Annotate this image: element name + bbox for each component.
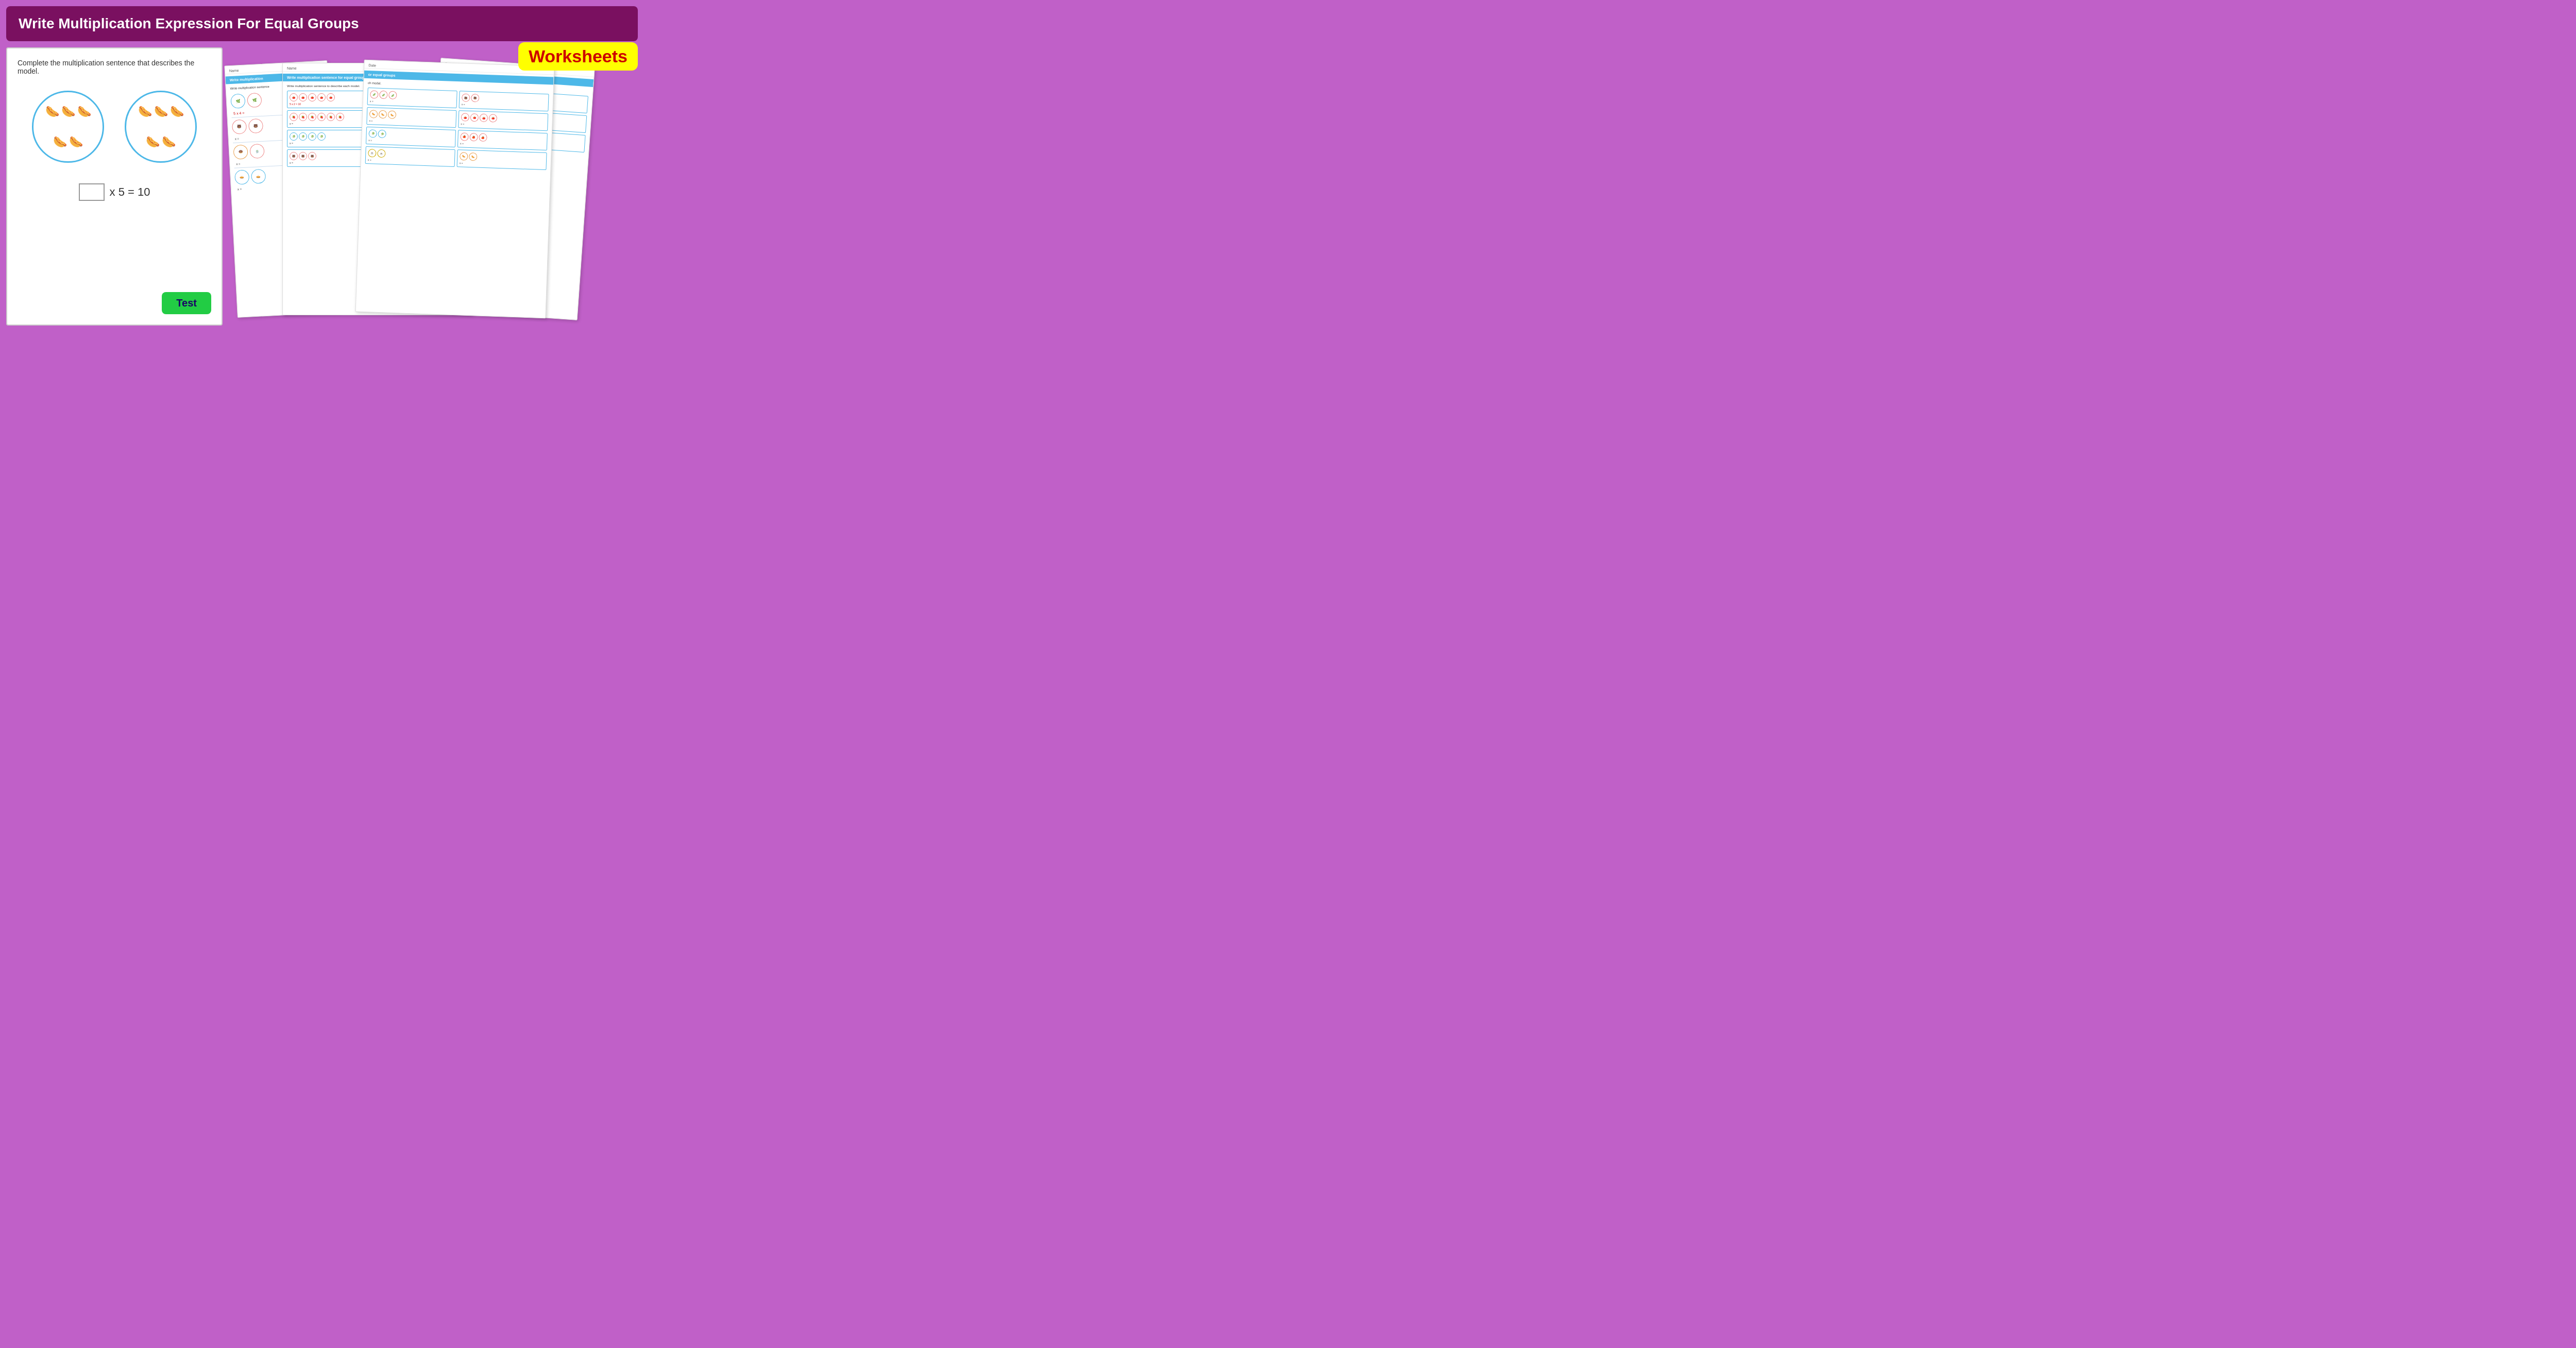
hotdog-icon-9: 🌭 [146, 135, 160, 149]
ws3-date-label: Date [368, 63, 376, 67]
hotdog-icon-2: 🌭 [61, 105, 75, 118]
page-header: Write Multiplication Expression For Equa… [6, 6, 638, 41]
worksheets-badge: Worksheets [518, 42, 638, 71]
ws2-name-label: Name [287, 66, 297, 70]
ws2-circles1: 🍅 🍅 🍅 🍅 🍅 [290, 93, 374, 101]
ws3-cell4: 🍅 🍅 🍅 🍅 x = [458, 110, 548, 131]
ws3-grid: 🫛 🫛 🫛 x = 🐻 🐻 x = 🌭 🌭 [361, 87, 553, 172]
left-panel: Complete the multiplication sentence tha… [6, 47, 223, 326]
ws1-circle2: 🌿 [247, 93, 262, 108]
ws1-circle8: 🥧 [251, 169, 266, 184]
ws1-circle6: 🍵 [249, 144, 264, 159]
hotdog-icon-10: 🌭 [162, 135, 176, 149]
page-title: Write Multiplication Expression For Equa… [19, 15, 625, 32]
circles-container: 🌭 🌭 🌭 🌭 🌭 🌭 🌭 🌭 🌭 🌭 [18, 91, 211, 163]
ws3-cell6: 🍎 🍎 🍎 x = [457, 130, 548, 150]
hotdog-icon-6: 🌭 [138, 105, 152, 118]
ws3-cell8: 🌭 🌭 x = [456, 149, 547, 170]
ws3-cell3: 🌭 🌭 🌭 x = [366, 107, 456, 128]
hotdog-icon-4: 🌭 [53, 135, 67, 149]
hotdog-icon-3: 🌭 [77, 105, 91, 118]
ws3-cell1: 🫛 🫛 🫛 x = [367, 88, 457, 108]
ws1-circle7: 🥧 [234, 169, 249, 184]
right-panel: Worksheets Name Date Write multiplicatio… [231, 47, 638, 326]
answer-input-box[interactable] [79, 183, 105, 201]
hotdog-icon-8: 🌭 [170, 105, 184, 118]
ws1-circle3: 🐻 [232, 119, 247, 134]
hotdog-icon-1: 🌭 [45, 105, 59, 118]
ws3-cell2: 🐻 🐻 x = [459, 91, 549, 111]
worksheet-card-3[interactable]: Date or equal groups ch model. 🫛 🫛 🫛 x =… [355, 60, 555, 319]
food-circle-2: 🌭 🌭 🌭 🌭 🌭 [125, 91, 197, 163]
ws3-cell5: 🥬 🥬 x = [366, 127, 456, 147]
equation-area: x 5 = 10 [18, 183, 211, 201]
equation-text: x 5 = 10 [110, 185, 150, 199]
ws1-circle1: 🌿 [230, 94, 245, 109]
ws1-name-label: Name [229, 69, 239, 73]
hotdog-icon-7: 🌭 [154, 105, 168, 118]
hotdog-icon-5: 🌭 [69, 135, 83, 149]
ws1-circle5: 🍩 [233, 144, 248, 159]
food-circle-1: 🌭 🌭 🌭 🌭 🌭 [32, 91, 104, 163]
instruction-text: Complete the multiplication sentence tha… [18, 59, 211, 75]
ws1-circle4: 🐻 [248, 118, 263, 133]
ws3-cell7: ☕ ☕ x = [365, 146, 455, 167]
ws2-eq1: 5 x 2 = 10 [290, 103, 374, 106]
test-button[interactable]: Test [162, 292, 211, 314]
ws2-circles3: 🍓 🍓 🍓 🍓 🍓 🍓 [290, 113, 374, 121]
main-content: Complete the multiplication sentence tha… [0, 41, 644, 337]
